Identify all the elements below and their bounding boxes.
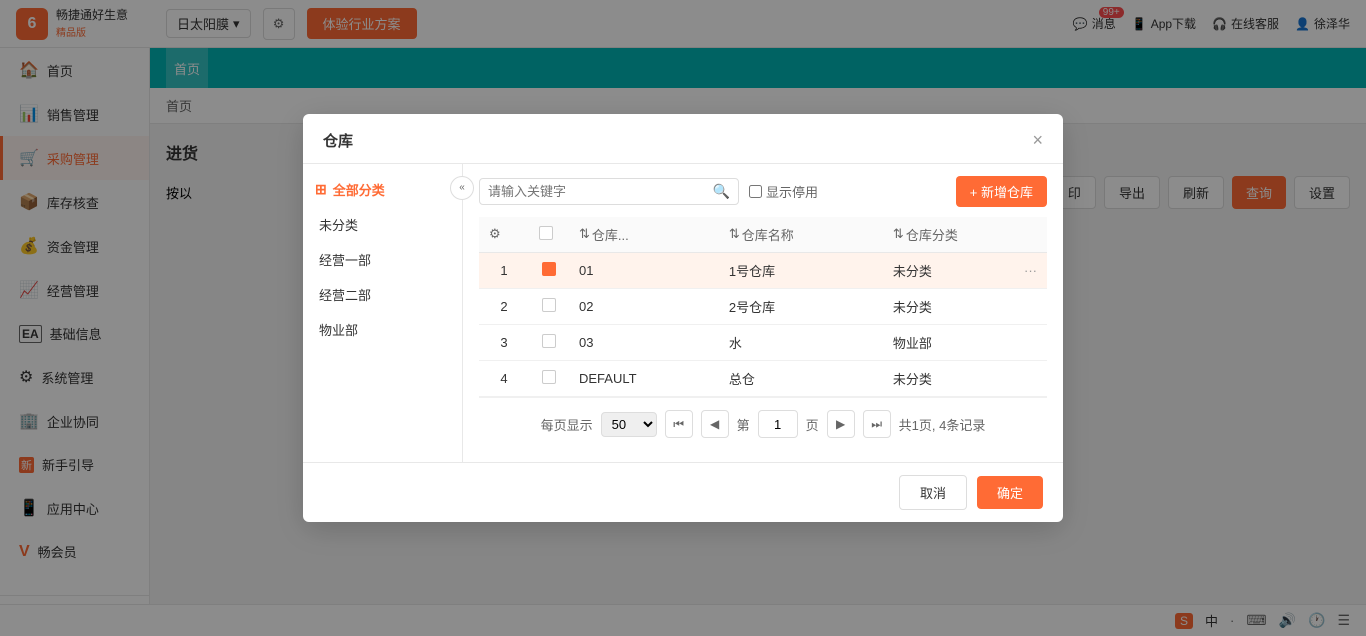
cat-all[interactable]: ⊞ 全部分类 <box>303 172 462 207</box>
cat-unclassified[interactable]: 未分类 <box>303 207 462 242</box>
total-info: 共1页, 4条记录 <box>899 415 986 434</box>
cat-dept2[interactable]: 经营二部 <box>303 277 462 312</box>
collapse-button[interactable]: « <box>450 176 474 200</box>
show-disabled-label[interactable]: 显示停用 <box>749 182 818 201</box>
row-name: 总仓 <box>719 361 883 397</box>
search-box: 🔍 <box>479 178 739 205</box>
modal-title: 仓库 <box>323 130 353 151</box>
table-row[interactable]: 1 01 1号仓库 未分类 ··· <box>479 252 1047 289</box>
row-name: 1号仓库 <box>719 252 883 289</box>
row-checkbox-cell <box>529 325 569 361</box>
th-check <box>529 217 569 253</box>
cat-dept1[interactable]: 经营一部 <box>303 242 462 277</box>
row-index: 1 <box>479 252 529 289</box>
row-name: 水 <box>719 325 883 361</box>
row-category: 未分类 ··· <box>883 253 1047 289</box>
show-disabled-checkbox[interactable] <box>749 185 762 198</box>
sort-icon3: ⇅ <box>893 226 904 242</box>
row-checkbox[interactable] <box>542 334 556 348</box>
last-page-button[interactable]: ⏭ <box>863 410 891 438</box>
table-toolbar: 🔍 显示停用 + 新增仓库 <box>479 176 1047 207</box>
header-checkbox[interactable] <box>539 226 553 240</box>
modal-body: « ⊞ 全部分类 未分类 经营一部 经营二部 物业部 <box>303 164 1063 463</box>
row-checkbox[interactable] <box>542 370 556 384</box>
row-index: 2 <box>479 289 529 325</box>
row-actions[interactable]: ··· <box>1024 263 1037 278</box>
row-checkbox[interactable] <box>542 262 556 276</box>
cat-all-label: 全部分类 <box>333 180 385 199</box>
th-name: ⇅ 仓库名称 <box>719 217 883 253</box>
row-code: 02 <box>569 289 719 325</box>
collapse-icon: « <box>459 182 465 193</box>
row-checkbox[interactable] <box>542 298 556 312</box>
row-category: 物业部 <box>883 325 1047 361</box>
warehouse-table: ⚙ ⇅ 仓库... <box>479 217 1047 398</box>
pagination: 每页显示 50 10 20 100 ⏮ ◀ 第 页 ▶ ⏭ 共1页, 4条记录 <box>479 397 1047 450</box>
row-index: 3 <box>479 325 529 361</box>
table-area: 🔍 显示停用 + 新增仓库 ⚙ <box>463 164 1063 463</box>
add-warehouse-button[interactable]: + 新增仓库 <box>956 176 1047 207</box>
table-header-row: ⚙ ⇅ 仓库... <box>479 217 1047 253</box>
cat-property[interactable]: 物业部 <box>303 312 462 347</box>
th-gear: ⚙ <box>479 217 529 253</box>
gear-header-icon[interactable]: ⚙ <box>489 226 501 241</box>
confirm-button[interactable]: 确定 <box>977 476 1043 509</box>
grid-icon: ⊞ <box>315 181 327 198</box>
next-page-button[interactable]: ▶ <box>827 410 855 438</box>
page-number-input[interactable] <box>758 410 798 438</box>
search-input[interactable] <box>488 184 713 199</box>
modal-footer: 取消 确定 <box>303 462 1063 522</box>
row-code: 03 <box>569 325 719 361</box>
first-page-button[interactable]: ⏮ <box>665 410 693 438</box>
row-category: 未分类 <box>883 289 1047 325</box>
per-page-select[interactable]: 50 10 20 100 <box>601 412 657 437</box>
modal-close-button[interactable]: × <box>1032 130 1043 151</box>
table-row[interactable]: 3 03 水 物业部 <box>479 325 1047 361</box>
modal-header: 仓库 × <box>303 114 1063 164</box>
table-row[interactable]: 4 DEFAULT 总仓 未分类 <box>479 361 1047 397</box>
th-code: ⇅ 仓库... <box>569 217 719 253</box>
table-row[interactable]: 2 02 2号仓库 未分类 <box>479 289 1047 325</box>
warehouse-modal: 仓库 × « ⊞ 全部分类 未分类 经营一部 <box>303 114 1063 523</box>
sort-icon2: ⇅ <box>729 226 740 242</box>
row-checkbox-cell <box>529 361 569 397</box>
modal-overlay[interactable]: 仓库 × « ⊞ 全部分类 未分类 经营一部 <box>0 0 1366 636</box>
row-category: 未分类 <box>883 361 1047 397</box>
row-code: 01 <box>569 252 719 289</box>
category-sidebar: « ⊞ 全部分类 未分类 经营一部 经营二部 物业部 <box>303 164 463 463</box>
prev-page-button[interactable]: ◀ <box>701 410 729 438</box>
row-checkbox-cell <box>529 289 569 325</box>
th-category: ⇅ 仓库分类 <box>883 217 1047 253</box>
page-unit: 页 <box>806 415 819 434</box>
cancel-button[interactable]: 取消 <box>899 475 967 510</box>
sort-icon: ⇅ <box>579 226 590 242</box>
row-checkbox-cell <box>529 252 569 289</box>
per-page-label: 每页显示 <box>541 415 593 434</box>
page-label: 第 <box>737 415 750 434</box>
row-code: DEFAULT <box>569 361 719 397</box>
search-icon: 🔍 <box>713 183 730 200</box>
row-name: 2号仓库 <box>719 289 883 325</box>
row-index: 4 <box>479 361 529 397</box>
